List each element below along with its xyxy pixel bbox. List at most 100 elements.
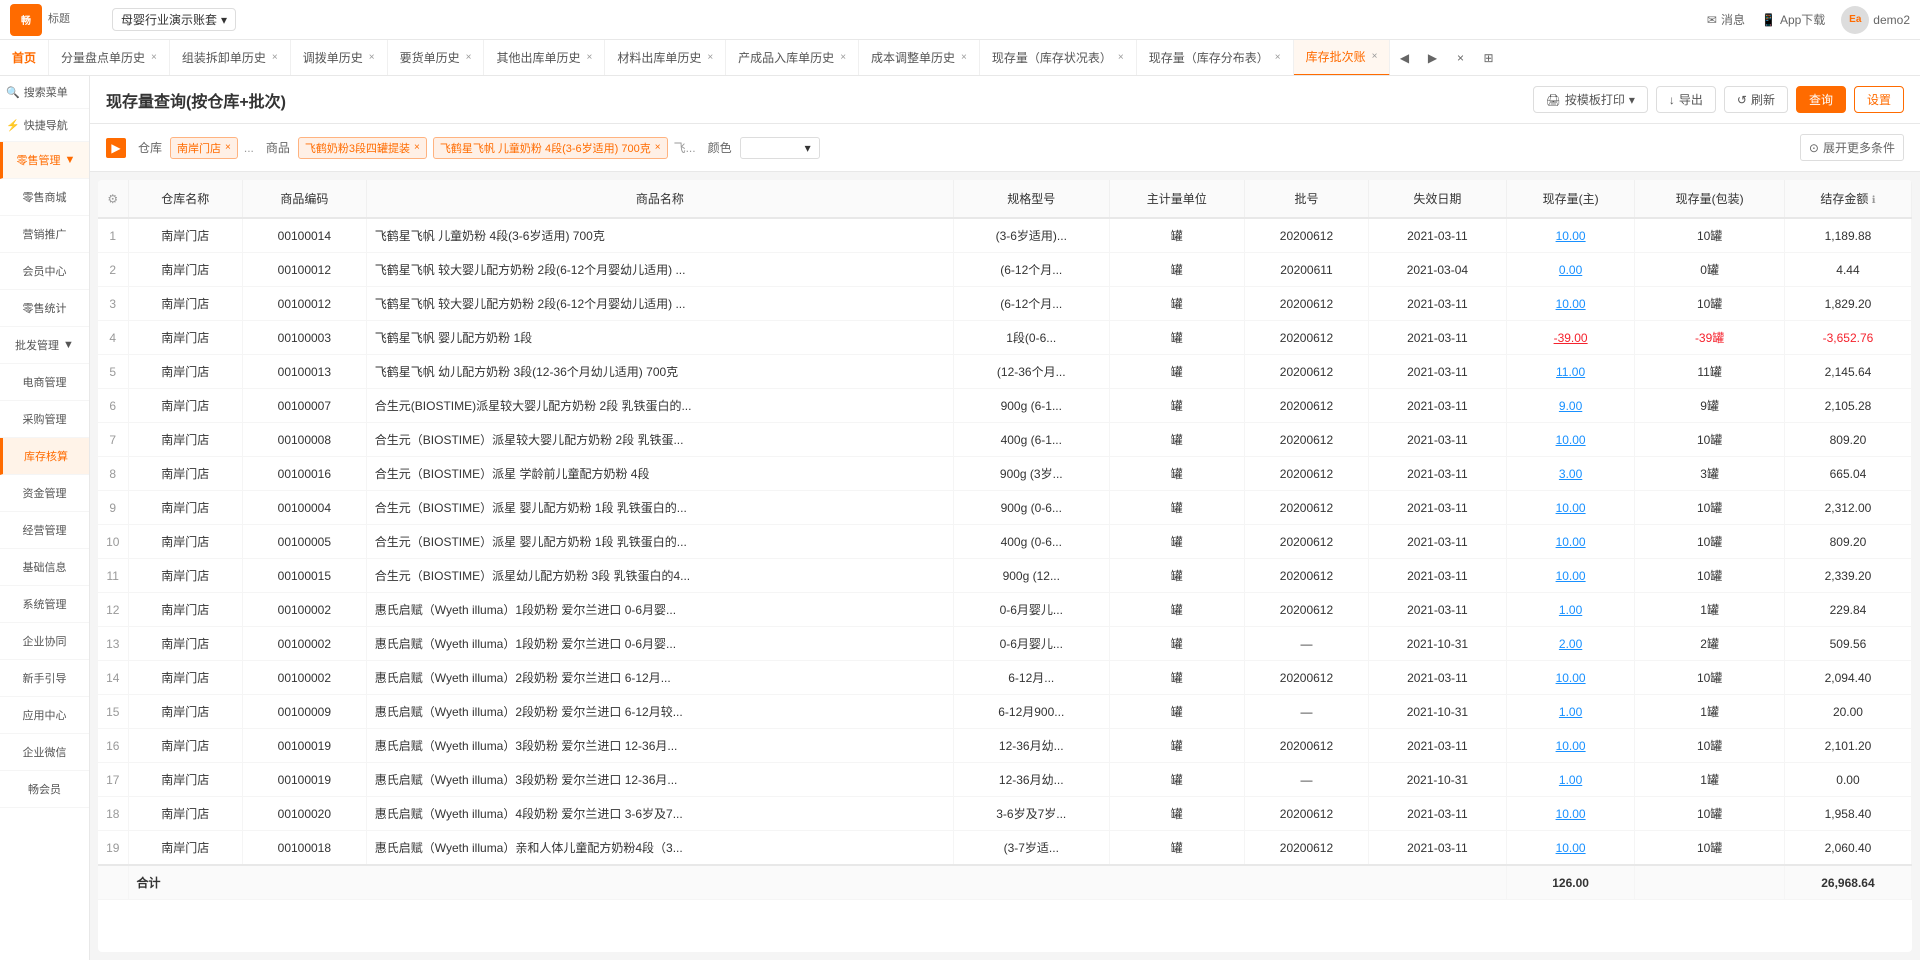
- close-icon[interactable]: ×: [961, 52, 967, 63]
- close-icon[interactable]: ×: [151, 52, 157, 63]
- cell-name: 合生元（BIOSTIME）派星幼儿配方奶粉 3段 乳铁蛋白的4...: [366, 559, 953, 593]
- settings-button[interactable]: 设置: [1854, 86, 1904, 113]
- refresh-button[interactable]: ↺ 刷新: [1724, 86, 1788, 113]
- cell-qty-main[interactable]: 11.00: [1506, 355, 1634, 389]
- cell-qty-main[interactable]: 10.00: [1506, 423, 1634, 457]
- sidebar-item-system[interactable]: 系统管理: [0, 586, 89, 623]
- tab-diaopai[interactable]: 调拨单历史 ×: [291, 40, 388, 76]
- tab-xianzai2[interactable]: 现存量（库存分布表） ×: [1137, 40, 1294, 76]
- cell-qty-main[interactable]: 9.00: [1506, 389, 1634, 423]
- cell-qty-main[interactable]: 10.00: [1506, 559, 1634, 593]
- cell-qty-main[interactable]: 10.00: [1506, 525, 1634, 559]
- cell-unit: 罐: [1109, 321, 1245, 355]
- cell-unit: 罐: [1109, 695, 1245, 729]
- color-selector[interactable]: ▾: [740, 137, 820, 159]
- sidebar-item-member-center[interactable]: 会员中心: [0, 253, 89, 290]
- query-button[interactable]: 查询: [1796, 86, 1846, 113]
- cell-qty-main[interactable]: 10.00: [1506, 661, 1634, 695]
- sidebar-item-ecommerce[interactable]: 电商管理: [0, 364, 89, 401]
- sidebar-item-operations[interactable]: 经营管理: [0, 512, 89, 549]
- tab-home[interactable]: 首页: [0, 40, 49, 76]
- warehouse-tag[interactable]: 南岸门店 ×: [170, 137, 238, 159]
- expand-conditions-btn[interactable]: ⊙ 展开更多条件: [1800, 134, 1904, 161]
- close-icon[interactable]: ×: [225, 142, 231, 153]
- cell-qty-pkg: 1罐: [1635, 695, 1785, 729]
- export-icon: ↓: [1669, 93, 1675, 107]
- cell-spec: 900g (12...: [954, 559, 1109, 593]
- close-icon[interactable]: ×: [1372, 51, 1378, 62]
- tab-cailiao[interactable]: 材料出库单历史 ×: [605, 40, 726, 76]
- cell-qty-main[interactable]: 3.00: [1506, 457, 1634, 491]
- sidebar-item-newguide[interactable]: 新手引导: [0, 660, 89, 697]
- close-icon[interactable]: ×: [840, 52, 846, 63]
- col-settings[interactable]: ⚙: [98, 180, 128, 218]
- cell-warehouse: 南岸门店: [128, 831, 242, 866]
- sidebar-item-inventory[interactable]: 库存核算: [0, 438, 89, 475]
- tab-chengben[interactable]: 成本调整单历史 ×: [859, 40, 980, 76]
- cell-qty-main[interactable]: 10.00: [1506, 797, 1634, 831]
- close-icon[interactable]: ×: [586, 52, 592, 63]
- close-icon[interactable]: ×: [655, 142, 661, 153]
- app-download-btn[interactable]: 📱 App下载: [1761, 11, 1825, 28]
- message-btn[interactable]: ✉ 消息: [1707, 11, 1745, 28]
- account-selector[interactable]: 母婴行业演示账套 ▾: [112, 8, 236, 31]
- cell-qty-main[interactable]: 1.00: [1506, 763, 1634, 797]
- tab-yaohuo[interactable]: 要货单历史 ×: [388, 40, 485, 76]
- sidebar-item-purchase[interactable]: 采购管理: [0, 401, 89, 438]
- sidebar-item-retail-stats[interactable]: 零售统计: [0, 290, 89, 327]
- cell-qty-main[interactable]: -39.00: [1506, 321, 1634, 355]
- tab-next-btn[interactable]: ▶: [1418, 40, 1446, 76]
- close-icon[interactable]: ×: [1118, 52, 1124, 63]
- settings-icon[interactable]: ⚙: [107, 192, 118, 206]
- cell-qty-main[interactable]: 10.00: [1506, 491, 1634, 525]
- cell-name: 飞鹤星飞帆 幼儿配方奶粉 3段(12-36个月幼儿适用) 700克: [366, 355, 953, 389]
- cell-qty-main[interactable]: 10.00: [1506, 831, 1634, 866]
- close-icon[interactable]: ×: [1275, 52, 1281, 63]
- cell-qty-main[interactable]: 2.00: [1506, 627, 1634, 661]
- close-icon[interactable]: ×: [414, 142, 420, 153]
- cell-qty-main[interactable]: 1.00: [1506, 593, 1634, 627]
- sidebar-item-basic-info[interactable]: 基础信息: [0, 549, 89, 586]
- sidebar-nav[interactable]: ⚡ 快捷导航: [0, 109, 89, 142]
- cell-qty-main[interactable]: 10.00: [1506, 729, 1634, 763]
- tab-qitachuku[interactable]: 其他出库单历史 ×: [484, 40, 605, 76]
- close-icon[interactable]: ×: [272, 52, 278, 63]
- sidebar-item-wholesale[interactable]: 批发管理 ▼: [0, 327, 89, 364]
- goods-tag-2[interactable]: 飞鹤星飞帆 儿童奶粉 4段(3-6岁适用) 700克 ×: [433, 137, 668, 159]
- sidebar-item-retail-store[interactable]: 零售商城: [0, 179, 89, 216]
- cell-qty-main[interactable]: 10.00: [1506, 218, 1634, 253]
- row-number: 12: [98, 593, 128, 627]
- tab-chanpin[interactable]: 产成品入库单历史 ×: [726, 40, 859, 76]
- tab-xianzai1[interactable]: 现存量（库存状况表） ×: [980, 40, 1137, 76]
- tab-fenfen[interactable]: 分量盘点单历史 ×: [49, 40, 170, 76]
- tab-close-all-btn[interactable]: ×: [1446, 40, 1474, 76]
- sidebar-search[interactable]: 🔍 搜索菜单: [0, 76, 89, 109]
- tab-expand-btn[interactable]: ⊞: [1474, 40, 1502, 76]
- close-icon[interactable]: ×: [466, 52, 472, 63]
- cell-qty-main[interactable]: 1.00: [1506, 695, 1634, 729]
- sidebar-item-marketing[interactable]: 营销推广: [0, 216, 89, 253]
- export-button[interactable]: ↓ 导出: [1656, 86, 1716, 113]
- close-icon[interactable]: ×: [369, 52, 375, 63]
- sidebar-item-member[interactable]: 畅会员: [0, 771, 89, 808]
- cell-unit: 罐: [1109, 525, 1245, 559]
- goods-tag-1[interactable]: 飞鹤奶粉3段四罐提装 ×: [298, 137, 427, 159]
- expand-arrow-btn[interactable]: ▶: [106, 138, 126, 158]
- sidebar-item-finance[interactable]: 资金管理: [0, 475, 89, 512]
- tab-zuche[interactable]: 组装拆卸单历史 ×: [170, 40, 291, 76]
- sidebar-item-enterprise[interactable]: 企业协同: [0, 623, 89, 660]
- sidebar-item-retail-mgmt[interactable]: 零售管理 ▼: [0, 142, 89, 179]
- close-icon[interactable]: ×: [707, 52, 713, 63]
- tab-kucunpici[interactable]: 库存批次账 ×: [1294, 40, 1391, 76]
- print-button[interactable]: 🖨 按模板打印 ▾: [1533, 86, 1648, 113]
- tab-prev-btn[interactable]: ◀: [1390, 40, 1418, 76]
- info-icon[interactable]: ℹ: [1872, 195, 1876, 206]
- cell-expiry: 2021-03-11: [1368, 389, 1506, 423]
- sidebar-item-appcenter[interactable]: 应用中心: [0, 697, 89, 734]
- nav-icon: ⚡: [6, 119, 20, 132]
- user-avatar[interactable]: Ea demo2: [1841, 6, 1910, 34]
- cell-qty-pkg: 11罐: [1635, 355, 1785, 389]
- cell-qty-main[interactable]: 0.00: [1506, 253, 1634, 287]
- sidebar-item-weixin[interactable]: 企业微信: [0, 734, 89, 771]
- cell-qty-main[interactable]: 10.00: [1506, 287, 1634, 321]
